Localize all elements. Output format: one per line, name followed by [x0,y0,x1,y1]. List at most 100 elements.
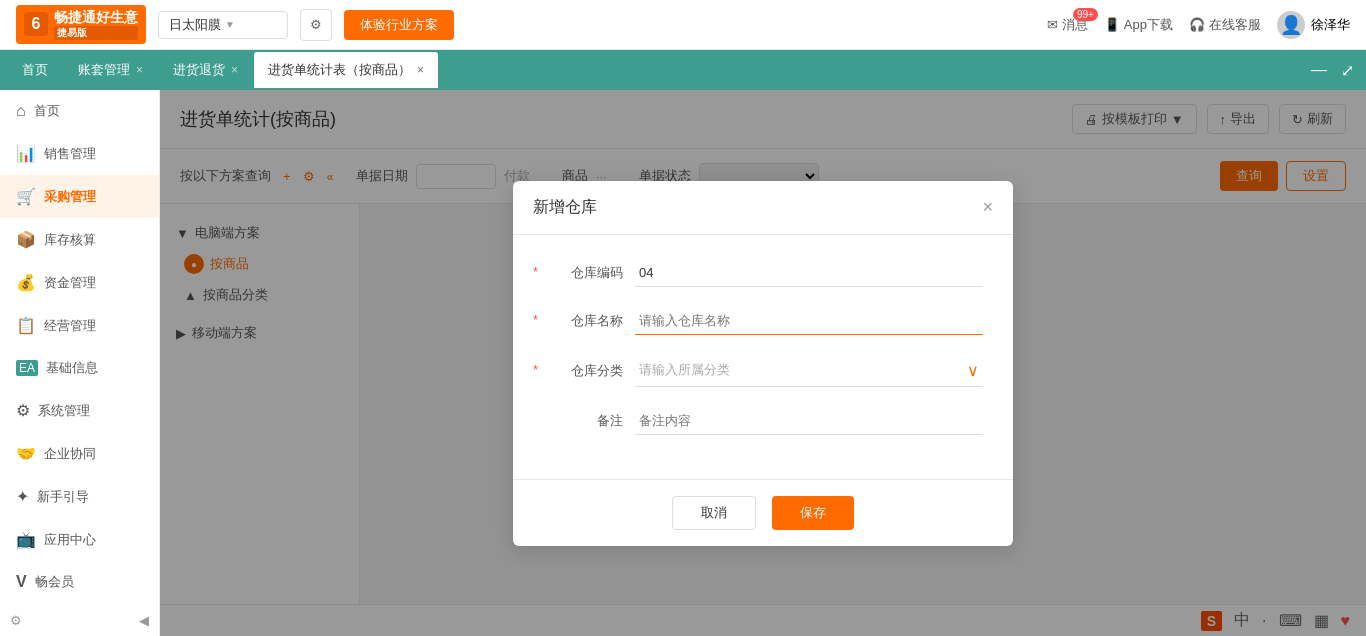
sidebar-item-apps[interactable]: 📺 应用中心 [0,518,159,561]
form-row-category: 仓库分类 请输入所属分类 ∨ [543,355,983,387]
dialog-title: 新增仓库 [533,197,597,218]
note-input[interactable] [635,407,983,435]
overlay: 新增仓库 × 仓库编码 仓库名称 仓库分类 [160,90,1366,636]
sales-icon: 📊 [16,144,36,163]
form-row-name: 仓库名称 [543,307,983,335]
header-right: ✉ 消息 99+ 📱 App下载 🎧 在线客服 👤 徐泽华 [1047,11,1350,39]
online-service-label: 在线客服 [1209,16,1261,34]
tab-end-buttons: — ⤢ [1307,57,1358,84]
message-icon: ✉ [1047,17,1058,32]
store-name: 日太阳膜 [169,16,221,34]
name-label: 仓库名称 [543,312,623,330]
logo-area: 6 畅捷通好生意 捷易版 [16,5,146,44]
tab-account[interactable]: 账套管理 × [64,52,157,88]
online-service-item[interactable]: 🎧 在线客服 [1189,16,1261,34]
sidebar-system-label: 系统管理 [38,402,90,420]
sidebar-item-finance[interactable]: 💰 资金管理 [0,261,159,304]
guide-icon: ✦ [16,487,29,506]
sidebar-apps-label: 应用中心 [44,531,96,549]
chevron-down-icon: ▼ [225,19,235,30]
sidebar-sales-label: 销售管理 [44,145,96,163]
sidebar-item-home[interactable]: ⌂ 首页 [0,90,159,132]
tab-home[interactable]: 首页 [8,52,62,88]
messages-item[interactable]: ✉ 消息 99+ [1047,16,1088,34]
basicinfo-icon: EA [16,360,38,376]
category-placeholder: 请输入所属分类 [639,361,730,379]
sidebar-item-guide[interactable]: ✦ 新手引导 [0,475,159,518]
logo-sub: 捷易版 [54,26,138,40]
sidebar-item-enterprise[interactable]: 🤝 企业协同 [0,432,159,475]
sidebar-item-inventory[interactable]: 📦 库存核算 [0,218,159,261]
finance-icon: 💰 [16,273,36,292]
tab-minimize-button[interactable]: — [1307,57,1331,84]
category-select[interactable]: 请输入所属分类 ∨ [635,355,983,387]
dialog-body: 仓库编码 仓库名称 仓库分类 请输入所属分类 ∨ [513,235,1013,479]
tab-purchase-stats[interactable]: 进货单统计表（按商品） × [254,52,438,88]
tab-purchase-return-close[interactable]: × [231,63,238,77]
inventory-icon: 📦 [16,230,36,249]
dialog-footer: 取消 保存 [513,479,1013,546]
sidebar-basicinfo-label: 基础信息 [46,359,98,377]
sidebar-guide-label: 新手引导 [37,488,89,506]
app-download-item[interactable]: 📱 App下载 [1104,16,1173,34]
trial-button[interactable]: 体验行业方案 [344,10,454,40]
name-input[interactable] [635,307,983,335]
tab-home-label: 首页 [22,61,48,79]
form-row-code: 仓库编码 [543,259,983,287]
store-selector[interactable]: 日太阳膜 ▼ [158,11,288,39]
sidebar-home-label: 首页 [34,102,60,120]
tab-expand-button[interactable]: ⤢ [1337,57,1358,84]
code-label: 仓库编码 [543,264,623,282]
form-row-note: 备注 [543,407,983,435]
logo-icon: 6 [24,12,48,36]
sidebar-collapse-icon[interactable]: ◀ [139,613,149,628]
message-badge: 99+ [1073,8,1098,21]
logo-main: 畅捷通好生意 [54,9,138,26]
tab-purchase-stats-label: 进货单统计表（按商品） [268,61,411,79]
app-download-label: App下载 [1124,16,1173,34]
sidebar-settings-icon[interactable]: ⚙ [10,613,22,628]
content-area: 进货单统计(按商品) 🖨 按模板打印 ▼ ↑ 导出 ↻ 刷新 按以下方案查询 [160,90,1366,636]
avatar: 👤 [1277,11,1305,39]
tab-purchase-return[interactable]: 进货退货 × [159,52,252,88]
member-icon: V [16,573,27,591]
user-name: 徐泽华 [1311,16,1350,34]
sidebar-purchase-label: 采购管理 [44,188,96,206]
tab-bar: 首页 账套管理 × 进货退货 × 进货单统计表（按商品） × — ⤢ [0,50,1366,90]
phone-icon: 📱 [1104,17,1120,32]
dialog-header: 新增仓库 × [513,181,1013,235]
code-input[interactable] [635,259,983,287]
sidebar-item-basicinfo[interactable]: EA 基础信息 [0,347,159,389]
cancel-button[interactable]: 取消 [672,496,756,530]
enterprise-icon: 🤝 [16,444,36,463]
sidebar-management-label: 经营管理 [44,317,96,335]
main-layout: ⌂ 首页 📊 销售管理 🛒 采购管理 📦 库存核算 💰 资金管理 📋 经营管理 … [0,90,1366,636]
tab-account-label: 账套管理 [78,61,130,79]
headset-icon: 🎧 [1189,17,1205,32]
purchase-icon: 🛒 [16,187,36,206]
home-icon: ⌂ [16,102,26,120]
tab-purchase-stats-close[interactable]: × [417,63,424,77]
new-warehouse-dialog: 新增仓库 × 仓库编码 仓库名称 仓库分类 [513,181,1013,546]
dialog-close-button[interactable]: × [982,197,993,218]
sidebar-item-system[interactable]: ⚙ 系统管理 [0,389,159,432]
sidebar-item-member[interactable]: V 畅会员 [0,561,159,603]
sidebar-item-management[interactable]: 📋 经营管理 [0,304,159,347]
management-icon: 📋 [16,316,36,335]
sidebar: ⌂ 首页 📊 销售管理 🛒 采购管理 📦 库存核算 💰 资金管理 📋 经营管理 … [0,90,160,636]
user-info[interactable]: 👤 徐泽华 [1277,11,1350,39]
sidebar-finance-label: 资金管理 [44,274,96,292]
sidebar-bottom: ⚙ ◀ [0,603,159,636]
note-label: 备注 [543,412,623,430]
category-label: 仓库分类 [543,362,623,380]
save-button[interactable]: 保存 [772,496,854,530]
top-header: 6 畅捷通好生意 捷易版 日太阳膜 ▼ ⚙ 体验行业方案 ✉ 消息 99+ 📱 … [0,0,1366,50]
sidebar-item-purchase[interactable]: 🛒 采购管理 [0,175,159,218]
sidebar-item-sales[interactable]: 📊 销售管理 [0,132,159,175]
settings-button[interactable]: ⚙ [300,9,332,41]
tab-account-close[interactable]: × [136,63,143,77]
system-icon: ⚙ [16,401,30,420]
category-arrow-icon: ∨ [967,361,979,380]
sidebar-member-label: 畅会员 [35,573,74,591]
apps-icon: 📺 [16,530,36,549]
